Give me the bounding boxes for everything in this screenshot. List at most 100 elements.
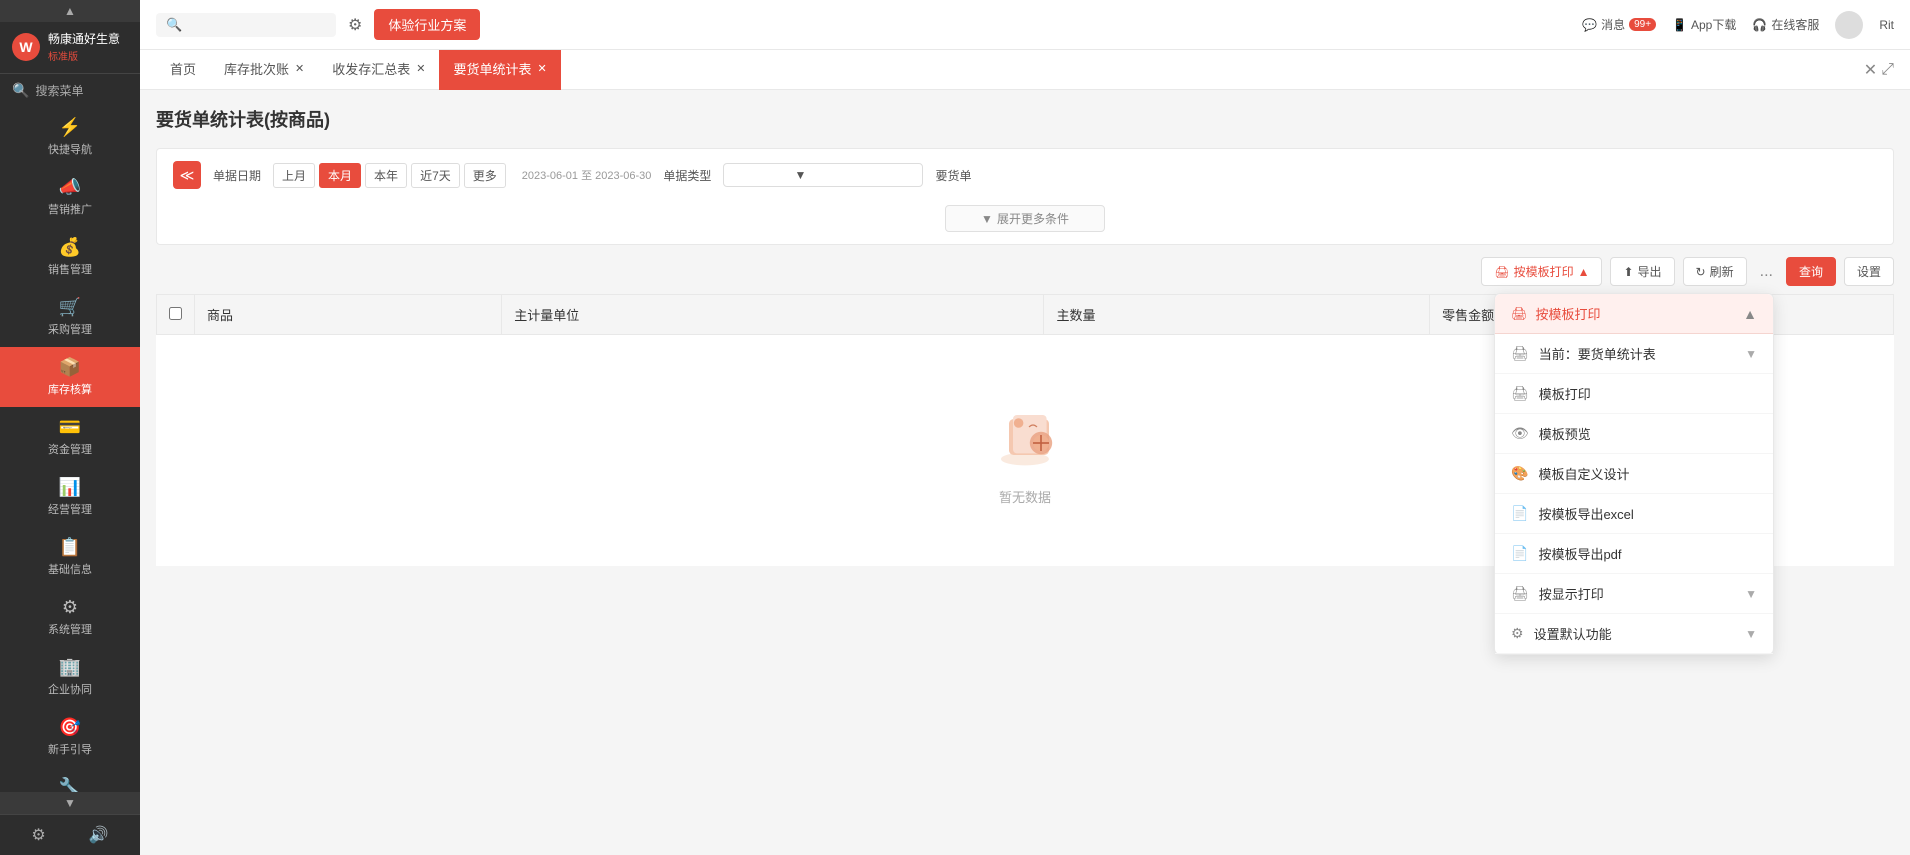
sidebar: ▲ W 畅康通好生意 标准版 🔍 搜索菜单 ⚡ 快捷导航 📣 营销推广 💰 销售… xyxy=(0,0,140,855)
tab-label-order-stats: 要货单统计表 xyxy=(453,59,531,78)
sidebar-item-system[interactable]: ⚙ 系统管理 xyxy=(0,587,140,647)
print-icon-template-print: 🖨 xyxy=(1511,385,1529,402)
tab-receivable-summary[interactable]: 收发存汇总表 ✕ xyxy=(318,50,439,90)
sidebar-scroll-up[interactable]: ▲ xyxy=(0,0,140,22)
select-all-checkbox[interactable] xyxy=(169,307,182,320)
tabs-close-all-icon[interactable]: ✕ xyxy=(1864,60,1877,80)
topbar-search-input[interactable] xyxy=(188,18,308,32)
sidebar-item-app-center[interactable]: 🔧 应用中心 xyxy=(0,767,140,792)
sidebar-icon-purchase: 🛒 xyxy=(59,297,81,318)
group-label-display-print: 按显示打印 xyxy=(1539,584,1604,603)
sidebar-icon-inventory: 📦 xyxy=(59,357,81,378)
topbar-search-box[interactable]: 🔍 xyxy=(156,13,336,37)
tab-close-receivable-summary[interactable]: ✕ xyxy=(416,62,425,75)
export-btn[interactable]: ⬆ 导出 xyxy=(1610,257,1674,286)
date-btn-近7天[interactable]: 近7天 xyxy=(411,163,460,188)
print-icon-template-export-excel: 📄 xyxy=(1511,505,1528,522)
refresh-icon: ↻ xyxy=(1696,265,1706,279)
print-icon-template-design: 🎨 xyxy=(1511,465,1528,482)
sidebar-item-guide[interactable]: 🎯 新手引导 xyxy=(0,707,140,767)
print-item-template-export-excel[interactable]: 📄 按模板导出excel xyxy=(1495,494,1773,534)
sidebar-icon-basic: 📋 xyxy=(59,537,81,558)
table-col-2: 主计量单位 xyxy=(502,295,1044,335)
refresh-btn[interactable]: ↻ 刷新 xyxy=(1683,257,1747,286)
sidebar-item-inventory[interactable]: 📦 库存核算 xyxy=(0,347,140,407)
print-dropdown-close-btn[interactable]: ▲ xyxy=(1743,306,1757,322)
tabs-bar: 首页 库存批次账 ✕ 收发存汇总表 ✕ 要货单统计表 ✕ ✕ ⤢ xyxy=(140,50,1910,90)
print-label-template-design: 模板自定义设计 xyxy=(1538,464,1629,483)
volume-icon[interactable]: 🔊 xyxy=(89,825,109,845)
date-btn-更多[interactable]: 更多 xyxy=(464,163,506,188)
date-range-label: 2023-06-01 至 2023-06-30 xyxy=(522,167,652,183)
topbar-right: 💬 消息 99+ 📱 App下载 🎧 在线客服 Rit xyxy=(1582,11,1894,39)
more-options-btn[interactable]: ... xyxy=(1755,258,1778,286)
print-current-item[interactable]: 🖨 当前：要货单统计表 ▼ xyxy=(1495,334,1773,374)
sidebar-nav: ⚡ 快捷导航 📣 营销推广 💰 销售管理 🛒 采购管理 📦 库存核算 💳 资金管… xyxy=(0,107,140,792)
date-btn-上月[interactable]: 上月 xyxy=(273,163,315,188)
app-name: 畅康通好生意 xyxy=(48,32,120,48)
settings-btn[interactable]: 设置 xyxy=(1844,257,1894,286)
order-type-label: 单据类型 xyxy=(663,167,711,184)
print-label-template-export-pdf: 按模板导出pdf xyxy=(1538,544,1621,563)
online-service-item[interactable]: 🎧 在线客服 xyxy=(1752,16,1819,33)
sidebar-search-label: 搜索菜单 xyxy=(35,82,83,99)
sidebar-icon-finance: 💳 xyxy=(59,417,81,438)
message-item[interactable]: 💬 消息 99+ xyxy=(1582,16,1656,33)
sidebar-item-quick-nav[interactable]: ⚡ 快捷导航 xyxy=(0,107,140,167)
app-download-item[interactable]: 📱 App下载 xyxy=(1672,16,1736,33)
export-label: 导出 xyxy=(1638,263,1662,280)
user-avatar[interactable] xyxy=(1835,11,1863,39)
sidebar-icon-app-center: 🔧 xyxy=(59,777,81,792)
filter-collapse-btn[interactable]: ≪ xyxy=(173,161,201,189)
filter-expand-btn[interactable]: ▼ 展开更多条件 xyxy=(945,205,1105,232)
sidebar-scroll-down[interactable]: ▼ xyxy=(0,792,140,814)
sidebar-logo: W 畅康通好生意 标准版 xyxy=(0,22,140,74)
query-btn[interactable]: 查询 xyxy=(1786,257,1836,286)
order-type-select[interactable]: ▼ xyxy=(723,163,923,187)
topbar-gear-icon[interactable]: ⚙ xyxy=(348,15,362,35)
print-item-template-export-pdf[interactable]: 📄 按模板导出pdf xyxy=(1495,534,1773,574)
sidebar-item-sales[interactable]: 💰 销售管理 xyxy=(0,227,140,287)
trial-button[interactable]: 体验行业方案 xyxy=(374,9,480,40)
main-content: 🔍 ⚙ 体验行业方案 💬 消息 99+ 📱 App下载 🎧 在线客服 Rit 首… xyxy=(140,0,1910,855)
require-quantity-label: 要货单 xyxy=(935,167,971,184)
sidebar-item-finance[interactable]: 💳 资金管理 xyxy=(0,407,140,467)
sidebar-search[interactable]: 🔍 搜索菜单 xyxy=(0,74,140,107)
print-icon-template-export-pdf: 📄 xyxy=(1511,545,1528,562)
empty-text: 暂无数据 xyxy=(999,487,1051,506)
refresh-label: 刷新 xyxy=(1710,263,1734,280)
print-group-item-display-print[interactable]: 🖨 按显示打印 ▼ xyxy=(1495,574,1773,614)
print-dropdown-icon: 🖨 xyxy=(1511,306,1528,322)
print-group-item-default-settings[interactable]: ⚙ 设置默认功能 ▼ xyxy=(1495,614,1773,654)
sidebar-icon-guide: 🎯 xyxy=(59,717,81,738)
empty-icon xyxy=(985,395,1065,475)
date-btn-本年[interactable]: 本年 xyxy=(365,163,407,188)
tab-close-inventory-batch[interactable]: ✕ xyxy=(295,62,304,75)
tab-order-stats[interactable]: 要货单统计表 ✕ xyxy=(439,50,560,90)
sidebar-item-operation[interactable]: 📊 经营管理 xyxy=(0,467,140,527)
date-btn-本月[interactable]: 本月 xyxy=(319,163,361,188)
print-dropdown-title: 按模板打印 xyxy=(1536,304,1601,323)
sidebar-label-finance: 资金管理 xyxy=(48,441,92,457)
print-icon-template-preview: 👁 xyxy=(1511,425,1529,442)
group-label-default-settings: 设置默认功能 xyxy=(1534,624,1612,643)
sidebar-item-purchase[interactable]: 🛒 采购管理 xyxy=(0,287,140,347)
export-icon: ⬆ xyxy=(1623,265,1633,279)
filter-bar: ≪ 单据日期 上月本月本年近7天更多 2023-06-01 至 2023-06-… xyxy=(156,148,1894,245)
tab-inventory-batch[interactable]: 库存批次账 ✕ xyxy=(210,50,318,90)
print-item-template-preview[interactable]: 👁 模板预览 xyxy=(1495,414,1773,454)
settings-icon[interactable]: ⚙ xyxy=(31,825,45,845)
tab-home[interactable]: 首页 xyxy=(156,50,210,90)
print-item-template-design[interactable]: 🎨 模板自定义设计 xyxy=(1495,454,1773,494)
date-buttons: 上月本月本年近7天更多 xyxy=(273,163,506,188)
sidebar-item-enterprise[interactable]: 🏢 企业协同 xyxy=(0,647,140,707)
sidebar-icon-system: ⚙ xyxy=(62,597,78,618)
table-col-1: 商品 xyxy=(195,295,502,335)
sidebar-icon-operation: 📊 xyxy=(59,477,81,498)
sidebar-item-marketing[interactable]: 📣 营销推广 xyxy=(0,167,140,227)
print-template-btn[interactable]: 🖨 按模板打印 ▲ xyxy=(1481,257,1602,286)
sidebar-item-basic[interactable]: 📋 基础信息 xyxy=(0,527,140,587)
tab-close-order-stats[interactable]: ✕ xyxy=(538,62,547,75)
tabs-maximize-icon[interactable]: ⤢ xyxy=(1881,61,1894,79)
print-item-template-print[interactable]: 🖨 模板打印 xyxy=(1495,374,1773,414)
